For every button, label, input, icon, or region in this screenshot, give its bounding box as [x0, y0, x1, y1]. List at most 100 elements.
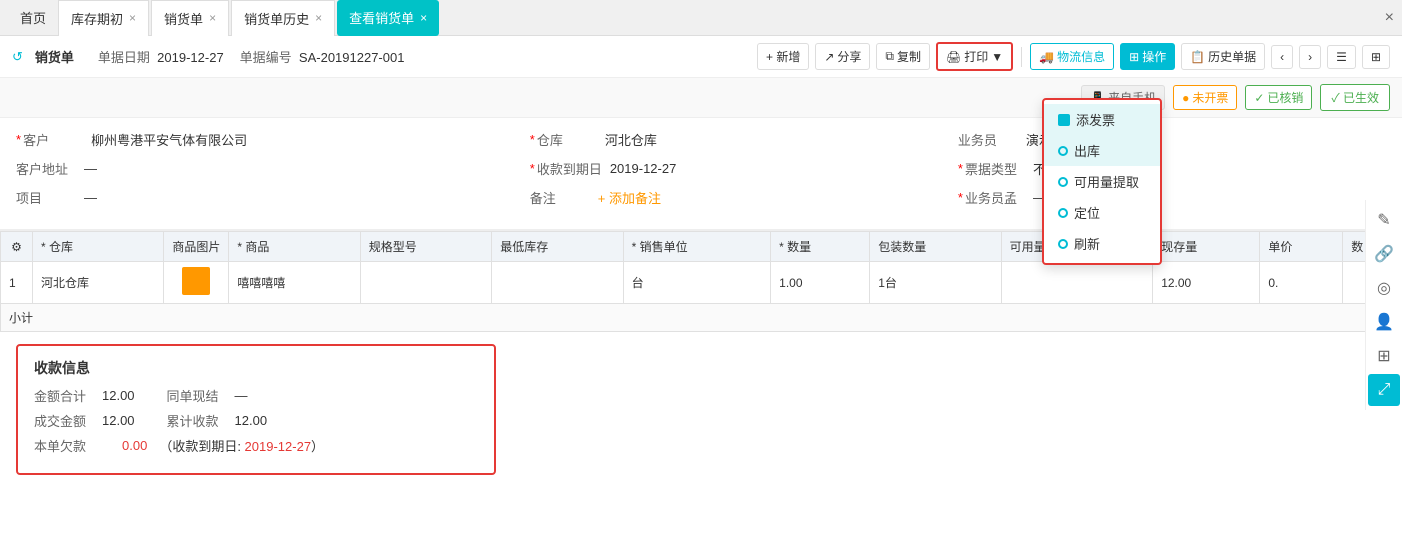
payment-title: 收款信息 [34, 358, 478, 378]
share-button[interactable]: ↗ 分享 [815, 43, 870, 70]
table-row: 1 河北仓库 嘻嘻嘻嘻 台 1.00 1台 12.00 0. [1, 262, 1402, 304]
copy-icon: ⧉ [885, 49, 894, 64]
sidebar-edit-icon[interactable]: ✎ [1368, 204, 1400, 236]
project-field: 项目 — [16, 188, 530, 207]
dropdown-add-invoice[interactable]: 添发票 [1044, 104, 1160, 135]
print-dropdown-arrow: ▼ [991, 50, 1003, 64]
cell-current-stock: 12.00 [1153, 262, 1260, 304]
form-area: * 客户 柳州粤港平安气体有限公司 * 仓库 河北仓库 业务员 演示账号 客户地… [0, 118, 1402, 230]
doc-icon: ↺ [12, 49, 23, 65]
ops-button[interactable]: ⊞ 操作 [1120, 43, 1175, 70]
qty-pick-icon [1058, 177, 1068, 187]
dropdown-refresh[interactable]: 刷新 [1044, 228, 1160, 259]
salesperson-field: * 业务员孟 — [958, 188, 1386, 207]
print-button[interactable]: 🖨 打印 ▼ [936, 42, 1013, 71]
sidebar-user-icon[interactable]: 👤 [1368, 306, 1400, 338]
col-pkg-qty: 包装数量 [870, 232, 1001, 262]
add-note-button[interactable]: + 添加备注 [598, 188, 661, 207]
number-label: 单据编号 SA-20191227-001 [240, 47, 405, 66]
history-icon: 📋 [1190, 50, 1205, 64]
sidebar-expand-icon[interactable]: ⤢ [1368, 374, 1400, 406]
history-button[interactable]: 📋 历史单据 [1181, 43, 1265, 70]
dropdown-locate[interactable]: 定位 [1044, 197, 1160, 228]
nav-prev[interactable]: ‹ [1271, 45, 1293, 69]
outbound-icon [1058, 146, 1068, 156]
locate-icon [1058, 208, 1068, 218]
effect-button[interactable]: ✓ 已生效 [1320, 84, 1390, 111]
confirm-button[interactable]: ✓ 已核销 [1245, 85, 1312, 110]
add-invoice-icon [1058, 114, 1070, 126]
subtotal-label: 小计 [1, 304, 1402, 332]
cell-qty: 1.00 [771, 262, 870, 304]
share-icon: ↗ [824, 50, 834, 64]
ticket-icon: ● [1182, 91, 1189, 105]
tab-bar-close[interactable]: × [1385, 9, 1394, 27]
form-row-1: * 客户 柳州粤港平安气体有限公司 * 仓库 河北仓库 业务员 演示账号 [16, 130, 1386, 149]
tab-sales[interactable]: 销货单 × [151, 0, 229, 36]
view-grid[interactable]: ⊞ [1362, 45, 1390, 69]
ops-icon: ⊞ [1129, 50, 1139, 64]
cell-product: 嘻嘻嘻嘻 [229, 262, 360, 304]
nav-next[interactable]: › [1299, 45, 1321, 69]
tab-inventory-close[interactable]: × [129, 11, 136, 25]
tab-view-sales[interactable]: 查看销货单 × [337, 0, 439, 36]
tab-inventory[interactable]: 库存期初 × [58, 0, 149, 36]
form-row-2: 客户地址 — * 收款到期日 2019-12-27 * 票据类型 不开票 [16, 159, 1386, 178]
due-field: 本单欠款 0.00 （收款到期日: 2019-12-27） [34, 436, 324, 455]
address-field: 客户地址 — [16, 159, 530, 178]
dropdown-outbound[interactable]: 出库 [1044, 135, 1160, 166]
table-container: ⚙ * 仓库 商品图片 * 商品 规格型号 最低库存 * 销售单位 * 数量 包… [0, 230, 1402, 332]
cell-spec [360, 262, 491, 304]
view-list[interactable]: ☰ [1327, 45, 1356, 69]
cell-image [164, 262, 229, 304]
col-image: 商品图片 [164, 232, 229, 262]
copy-button[interactable]: ⧉ 复制 [876, 43, 930, 70]
payment-row-3: 本单欠款 0.00 （收款到期日: 2019-12-27） [34, 436, 478, 455]
col-settings[interactable]: ⚙ [1, 232, 33, 262]
tab-sales-history[interactable]: 销货单历史 × [231, 0, 335, 36]
payment-date-field: * 收款到期日 2019-12-27 [530, 159, 958, 178]
note-field: 备注 + 添加备注 [530, 188, 958, 207]
cell-pkg-qty: 1台 [870, 262, 1001, 304]
tab-sales-history-close[interactable]: × [315, 11, 322, 25]
effect-icon: ✓ [1331, 91, 1339, 105]
date-label: 单据日期 2019-12-27 [98, 47, 224, 66]
col-product: * 商品 [229, 232, 360, 262]
col-warehouse: * 仓库 [33, 232, 164, 262]
dropdown-qty-pick[interactable]: 可用量提取 [1044, 166, 1160, 197]
subtotal-row: 小计 [1, 304, 1402, 332]
toolbar-right: + 新增 ↗ 分享 ⧉ 复制 🖨 打印 ▼ 🚚 物流信息 [757, 42, 1390, 71]
cell-price: 0. [1260, 262, 1343, 304]
col-unit: * 销售单位 [623, 232, 771, 262]
refresh-icon [1058, 239, 1068, 249]
total-field: 金额合计 12.00 [34, 386, 135, 405]
sidebar-table-icon[interactable]: ⊞ [1368, 340, 1400, 372]
logistics-button[interactable]: 🚚 物流信息 [1030, 43, 1114, 70]
logistics-icon: 🚚 [1039, 50, 1054, 64]
items-table: ⚙ * 仓库 商品图片 * 商品 规格型号 最低库存 * 销售单位 * 数量 包… [0, 231, 1402, 332]
tab-home[interactable]: 首页 [8, 8, 58, 27]
col-current-stock: 现存量 [1153, 232, 1260, 262]
staff-field: 业务员 演示账号 [958, 130, 1386, 149]
cell-min-stock [492, 262, 623, 304]
payment-row-1: 金额合计 12.00 同单现结 — [34, 386, 478, 405]
cell-warehouse: 河北仓库 [33, 262, 164, 304]
sidebar-circle-icon[interactable]: ◎ [1368, 272, 1400, 304]
cell-seq: 1 [1, 262, 33, 304]
print-icon: 🖨 [946, 50, 961, 64]
open-ticket-button[interactable]: ● 未开票 [1173, 85, 1237, 110]
table-header: ⚙ * 仓库 商品图片 * 商品 规格型号 最低库存 * 销售单位 * 数量 包… [1, 232, 1402, 262]
tab-view-sales-close[interactable]: × [420, 11, 427, 25]
cell-unit: 台 [623, 262, 771, 304]
right-sidebar: ✎ 🔗 ◎ 👤 ⊞ ⤢ [1365, 200, 1402, 410]
ticket-field: * 票据类型 不开票 [958, 159, 1386, 178]
tab-sales-close[interactable]: × [209, 11, 216, 25]
toolbar: ↺ 销货单 单据日期 2019-12-27 单据编号 SA-20191227-0… [0, 36, 1402, 78]
due-note: （收款到期日: 2019-12-27） [159, 436, 324, 455]
sidebar-link-icon[interactable]: 🔗 [1368, 238, 1400, 270]
divider [1021, 47, 1022, 67]
payment-info: 收款信息 金额合计 12.00 同单现结 — 成交金额 12.00 [16, 344, 496, 475]
add-button[interactable]: + 新增 [757, 43, 809, 70]
doc-meta: 单据日期 2019-12-27 单据编号 SA-20191227-001 [98, 47, 405, 66]
check-icon: ✓ [1254, 91, 1264, 105]
